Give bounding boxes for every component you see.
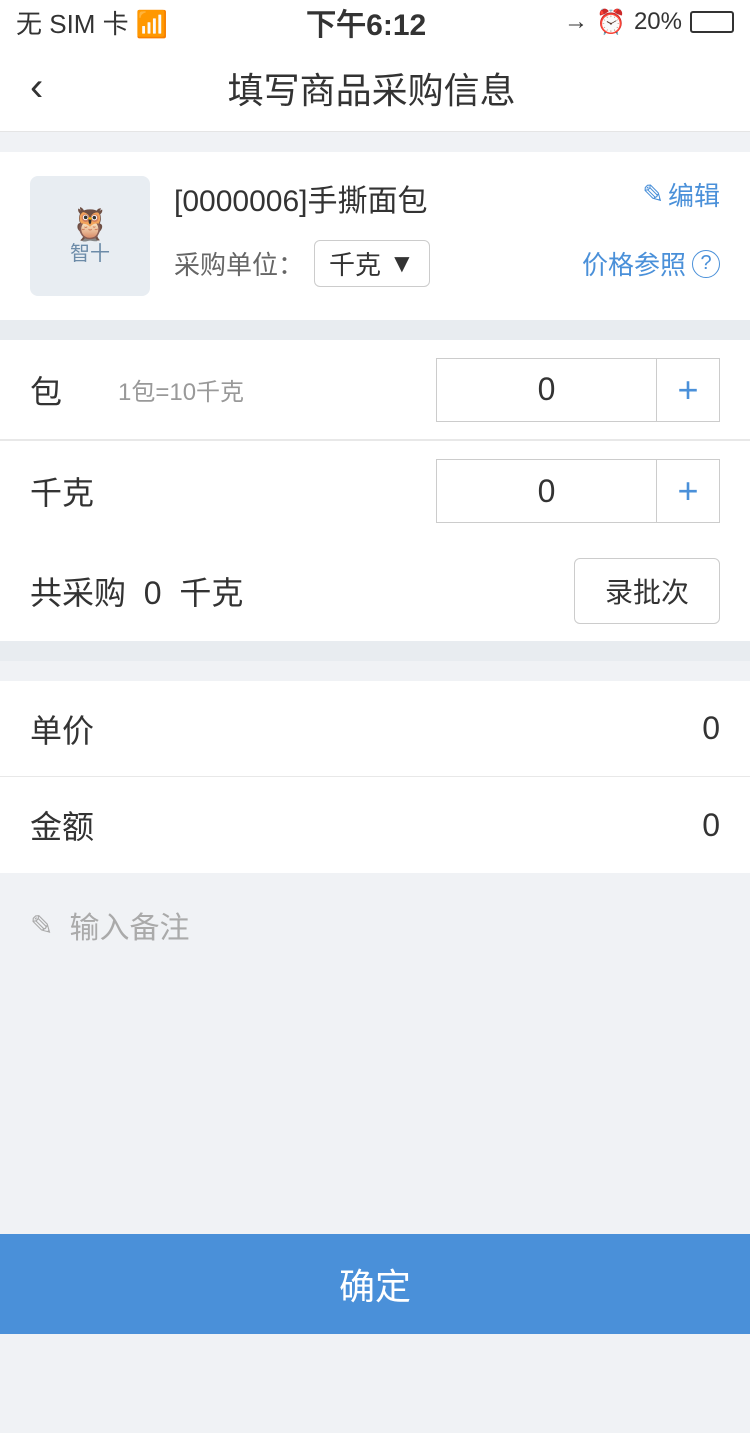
edit-button[interactable]: ✎ 编辑 — [642, 176, 720, 213]
kg-quantity-input[interactable] — [436, 459, 656, 523]
alarm-icon: ⏰ — [596, 8, 626, 37]
status-left: 无 SIM 卡 📶 — [16, 4, 168, 41]
unit-label: 采购单位： — [174, 245, 304, 282]
confirm-button[interactable]: 确定 — [0, 1234, 750, 1334]
section-divider-2 — [0, 641, 750, 661]
pencil-icon: ✎ — [30, 909, 53, 942]
remark-section[interactable]: ✎ 输入备注 — [0, 873, 750, 1033]
battery-percent: 20% — [634, 8, 682, 36]
kg-plus-button[interactable]: + — [656, 459, 720, 523]
summary-text: 共采购 0 千克 — [30, 568, 243, 614]
bag-plus-button[interactable]: + — [656, 358, 720, 422]
product-info: [0000006]手撕面包 ✎ 编辑 采购单位： 千克 ▼ 价格参照 ? — [174, 176, 720, 287]
kg-label: 千克 — [30, 468, 110, 514]
dropdown-arrow-icon: ▼ — [389, 248, 415, 279]
unit-select[interactable]: 千克 ▼ — [314, 240, 430, 287]
bag-quantity-input[interactable] — [436, 358, 656, 422]
status-bar: 无 SIM 卡 📶 下午6:12 → ⏰ 20% — [0, 0, 750, 44]
product-logo: 🦉 智十 — [70, 208, 110, 264]
input-section: 包 1包=10千克 + 千克 + — [0, 340, 750, 541]
nav-bar: ‹ 填写商品采购信息 — [0, 44, 750, 132]
amount-value: 0 — [702, 807, 720, 844]
location-icon: → — [564, 8, 588, 36]
bag-input-row: 包 1包=10千克 + — [0, 340, 750, 440]
status-right: → ⏰ 20% — [564, 8, 734, 37]
page-title: 填写商品采购信息 — [63, 62, 680, 114]
product-card: 🦉 智十 [0000006]手撕面包 ✎ 编辑 采购单位： 千克 ▼ — [0, 152, 750, 320]
product-name: [0000006]手撕面包 — [174, 176, 642, 220]
amount-row: 金额 0 — [0, 777, 750, 873]
product-image: 🦉 智十 — [30, 176, 150, 296]
remark-placeholder: 输入备注 — [69, 903, 189, 947]
info-circle-icon: ? — [692, 250, 720, 278]
unit-price-row: 单价 0 — [0, 681, 750, 777]
bag-sublabel: 1包=10千克 — [118, 372, 244, 407]
price-ref-button[interactable]: 价格参照 ? — [582, 245, 720, 282]
status-time: 下午6:12 — [306, 0, 426, 44]
battery-icon — [690, 11, 734, 33]
summary-row: 共采购 0 千克 录批次 — [0, 541, 750, 641]
batch-button[interactable]: 录批次 — [574, 558, 720, 624]
back-button[interactable]: ‹ — [30, 65, 63, 110]
unit-price-value: 0 — [702, 710, 720, 747]
bag-label: 包 — [30, 367, 110, 413]
kg-input-row: 千克 + — [0, 441, 750, 541]
price-info-section: 单价 0 金额 0 — [0, 681, 750, 873]
edit-icon: ✎ — [642, 179, 664, 210]
amount-label: 金额 — [30, 802, 94, 848]
section-divider-1 — [0, 320, 750, 340]
unit-price-label: 单价 — [30, 706, 94, 752]
